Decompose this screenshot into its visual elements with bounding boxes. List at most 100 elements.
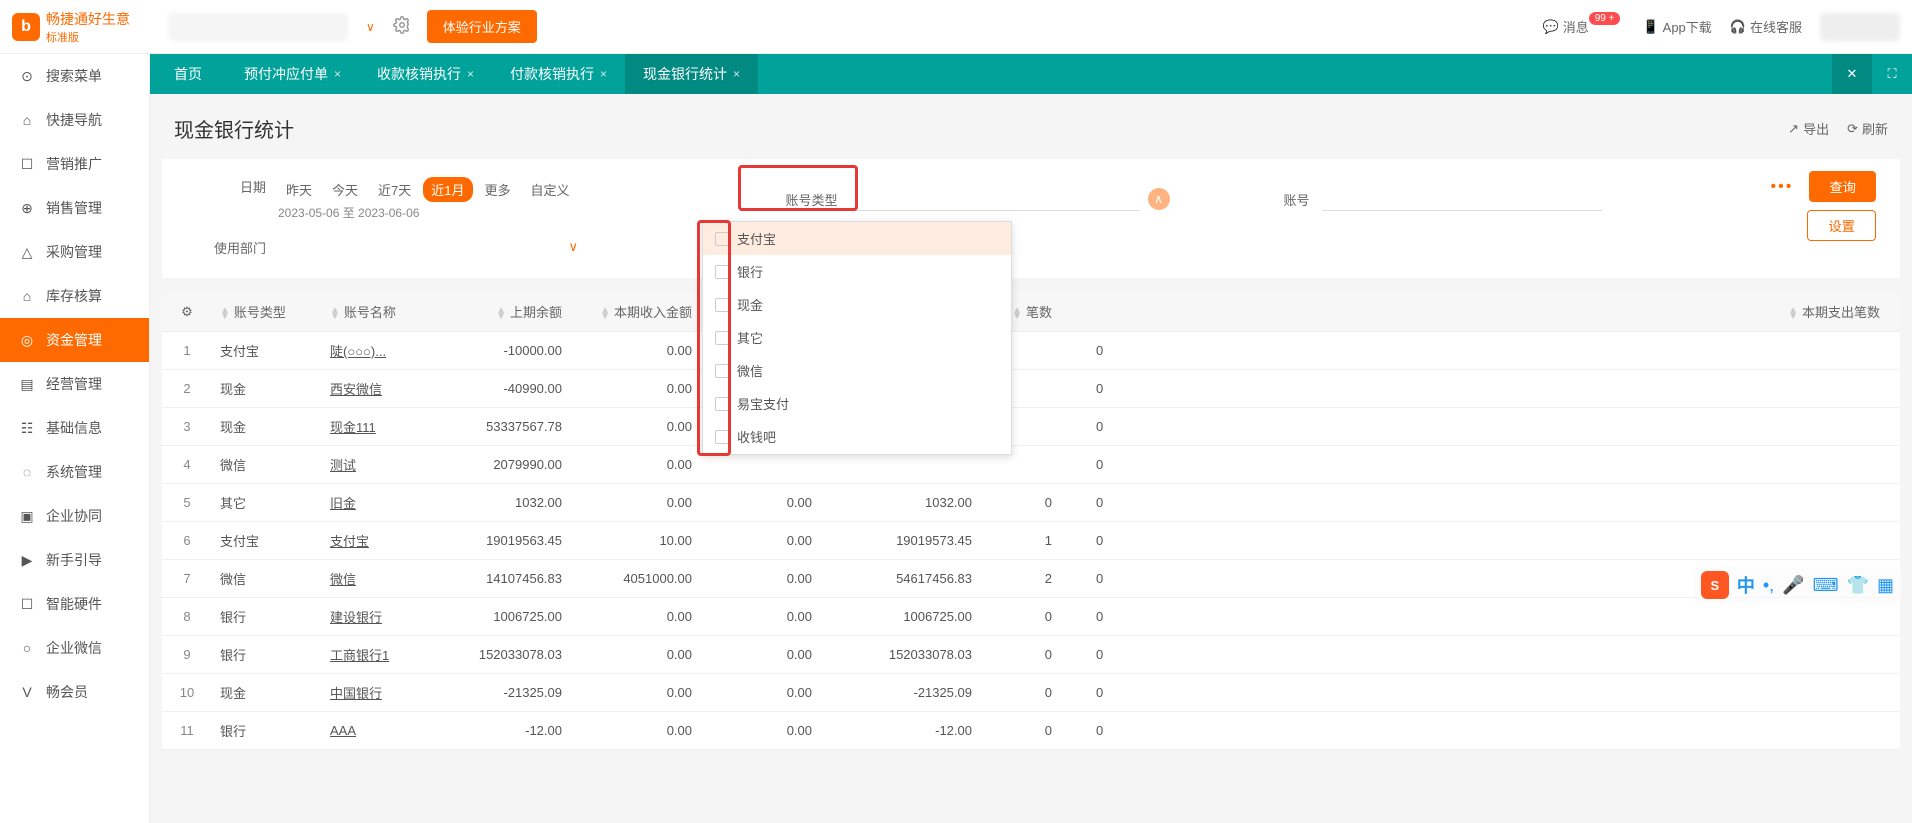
gear-icon[interactable] — [393, 16, 411, 37]
tab-1[interactable]: 预付冲应付单× — [226, 54, 359, 94]
account-name-link[interactable]: 建设银行 — [330, 610, 382, 625]
messages-link[interactable]: 💬 消息 99 + — [1543, 17, 1625, 36]
sidebar-item-5[interactable]: ⌂库存核算 — [0, 274, 149, 318]
column-header-2[interactable]: ▲▼账号名称 — [322, 292, 452, 332]
ime-lang-button[interactable]: 中 — [1737, 572, 1755, 598]
column-header-8[interactable]: ▲▼本期支出笔数 — [1072, 292, 1900, 332]
dropdown-item-7[interactable]: 长沙银行 — [703, 453, 1011, 454]
date-chip-4[interactable]: 更多 — [477, 177, 519, 202]
more-filters-button[interactable]: ••• — [1771, 178, 1794, 196]
sort-icon[interactable]: ▲▼ — [496, 308, 506, 320]
sidebar-item-7[interactable]: ▤经营管理 — [0, 362, 149, 406]
checkbox[interactable] — [715, 397, 729, 411]
checkbox[interactable] — [715, 232, 729, 246]
date-chip-3[interactable]: 近1月 — [423, 177, 472, 202]
checkbox[interactable] — [715, 331, 729, 345]
column-header-4[interactable]: ▲▼本期收入金额 — [582, 292, 712, 332]
sidebar-item-11[interactable]: ▶新手引导 — [0, 538, 149, 582]
tab-0[interactable]: 首页 — [150, 54, 226, 94]
collapse-filters-button[interactable]: ∧ — [1148, 188, 1170, 210]
account-name-link[interactable]: 测试 — [330, 458, 356, 473]
checkbox[interactable] — [715, 364, 729, 378]
account-name-link[interactable]: 现金111 — [330, 420, 376, 435]
checkbox[interactable] — [715, 430, 729, 444]
account-name-link[interactable]: 陡(○○○)... — [330, 344, 386, 359]
cell-cnt1: 0 — [992, 636, 1072, 674]
account-name-link[interactable]: 工商银行1 — [330, 648, 389, 663]
account-name-link[interactable]: 中国银行 — [330, 686, 382, 701]
export-button[interactable]: ↗ 导出 — [1788, 119, 1829, 138]
tab-close-icon[interactable]: × — [600, 67, 607, 81]
sort-icon[interactable]: ▲▼ — [1012, 308, 1022, 320]
sort-icon[interactable]: ▲▼ — [330, 308, 340, 320]
account-name-link[interactable]: 支付宝 — [330, 534, 369, 549]
dropdown-item-4[interactable]: 微信 — [703, 354, 1011, 387]
tab-close-all-button[interactable]: ✕ — [1832, 54, 1872, 94]
dropdown-item-label: 银行 — [737, 262, 763, 281]
settings-button[interactable]: 设置 — [1807, 210, 1876, 241]
sidebar-item-3[interactable]: ⊕销售管理 — [0, 186, 149, 230]
account-name-link[interactable]: 旧金 — [330, 496, 356, 511]
account-input[interactable] — [1322, 187, 1602, 211]
account-name-link[interactable]: 西安微信 — [330, 382, 382, 397]
sidebar-item-10[interactable]: ▣企业协同 — [0, 494, 149, 538]
sidebar-item-0[interactable]: ⊙搜索菜单 — [0, 54, 149, 98]
sidebar-item-12[interactable]: ☐智能硬件 — [0, 582, 149, 626]
tab-close-icon[interactable]: × — [733, 67, 740, 81]
ime-keyboard-icon[interactable]: ⌨ — [1813, 575, 1839, 596]
org-dropdown-caret[interactable]: ∨ — [366, 20, 375, 34]
logo-text: 畅捷通好生意 — [46, 9, 130, 29]
sidebar-item-14[interactable]: V畅会员 — [0, 670, 149, 714]
column-header-1[interactable]: ▲▼账号类型 — [212, 292, 322, 332]
dropdown-item-1[interactable]: 银行 — [703, 255, 1011, 288]
sidebar-item-4[interactable]: △采购管理 — [0, 230, 149, 274]
sort-icon[interactable]: ▲▼ — [1788, 308, 1798, 320]
date-chip-5[interactable]: 自定义 — [523, 177, 578, 202]
row-index: 4 — [162, 446, 212, 484]
sidebar-item-2[interactable]: ☐营销推广 — [0, 142, 149, 186]
tab-close-icon[interactable]: × — [467, 67, 474, 81]
solution-button[interactable]: 体验行业方案 — [427, 10, 537, 43]
sidebar-item-13[interactable]: ○企业微信 — [0, 626, 149, 670]
tab-close-icon[interactable]: × — [334, 67, 341, 81]
sort-icon[interactable]: ▲▼ — [600, 308, 610, 320]
dropdown-item-5[interactable]: 易宝支付 — [703, 387, 1011, 420]
date-chip-0[interactable]: 昨天 — [278, 177, 320, 202]
sidebar-item-6[interactable]: ◎资金管理 — [0, 318, 149, 362]
checkbox[interactable] — [715, 298, 729, 312]
query-button[interactable]: 查询 — [1809, 171, 1876, 202]
dropdown-item-2[interactable]: 现金 — [703, 288, 1011, 321]
org-name-blurred[interactable] — [168, 13, 348, 41]
ime-comma-icon[interactable]: •, — [1763, 575, 1774, 596]
ime-toolbox-icon[interactable]: ▦ — [1877, 575, 1894, 596]
account-name-link[interactable]: 微信 — [330, 572, 356, 587]
dropdown-item-6[interactable]: 收钱吧 — [703, 420, 1011, 453]
column-header-3[interactable]: ▲▼上期余额 — [452, 292, 582, 332]
column-header-0[interactable]: ⚙ — [162, 292, 212, 332]
sidebar-item-8[interactable]: ☷基础信息 — [0, 406, 149, 450]
date-chip-2[interactable]: 近7天 — [370, 177, 419, 202]
dropdown-item-3[interactable]: 其它 — [703, 321, 1011, 354]
ime-logo-icon[interactable]: S — [1701, 571, 1729, 599]
account-type-input[interactable] — [850, 187, 1140, 211]
dropdown-item-0[interactable]: 支付宝 — [703, 222, 1011, 255]
ime-mic-icon[interactable]: 🎤 — [1782, 575, 1804, 596]
checkbox[interactable] — [715, 265, 729, 279]
tab-fullscreen-button[interactable]: ⛶ — [1872, 54, 1912, 94]
logo[interactable]: b 畅捷通好生意 标准版 — [12, 9, 152, 45]
refresh-button[interactable]: ⟳ 刷新 — [1847, 119, 1888, 138]
online-service-link[interactable]: 🎧 在线客服 — [1730, 17, 1802, 36]
user-avatar-blurred[interactable] — [1820, 13, 1900, 41]
tab-4[interactable]: 现金银行统计× — [625, 54, 758, 94]
ime-skin-icon[interactable]: 👕 — [1847, 575, 1869, 596]
account-name-link[interactable]: AAA — [330, 723, 356, 738]
sidebar-item-9[interactable]: ◌系统管理 — [0, 450, 149, 494]
sidebar-item-1[interactable]: ⌂快捷导航 — [0, 98, 149, 142]
tab-2[interactable]: 收款核销执行× — [359, 54, 492, 94]
date-chip-1[interactable]: 今天 — [324, 177, 366, 202]
table-gear-icon[interactable]: ⚙ — [181, 304, 193, 319]
sort-icon[interactable]: ▲▼ — [220, 308, 230, 320]
app-download-link[interactable]: 📱 App下载 — [1642, 17, 1711, 36]
dept-select[interactable]: ∨ — [278, 235, 578, 260]
tab-3[interactable]: 付款核销执行× — [492, 54, 625, 94]
